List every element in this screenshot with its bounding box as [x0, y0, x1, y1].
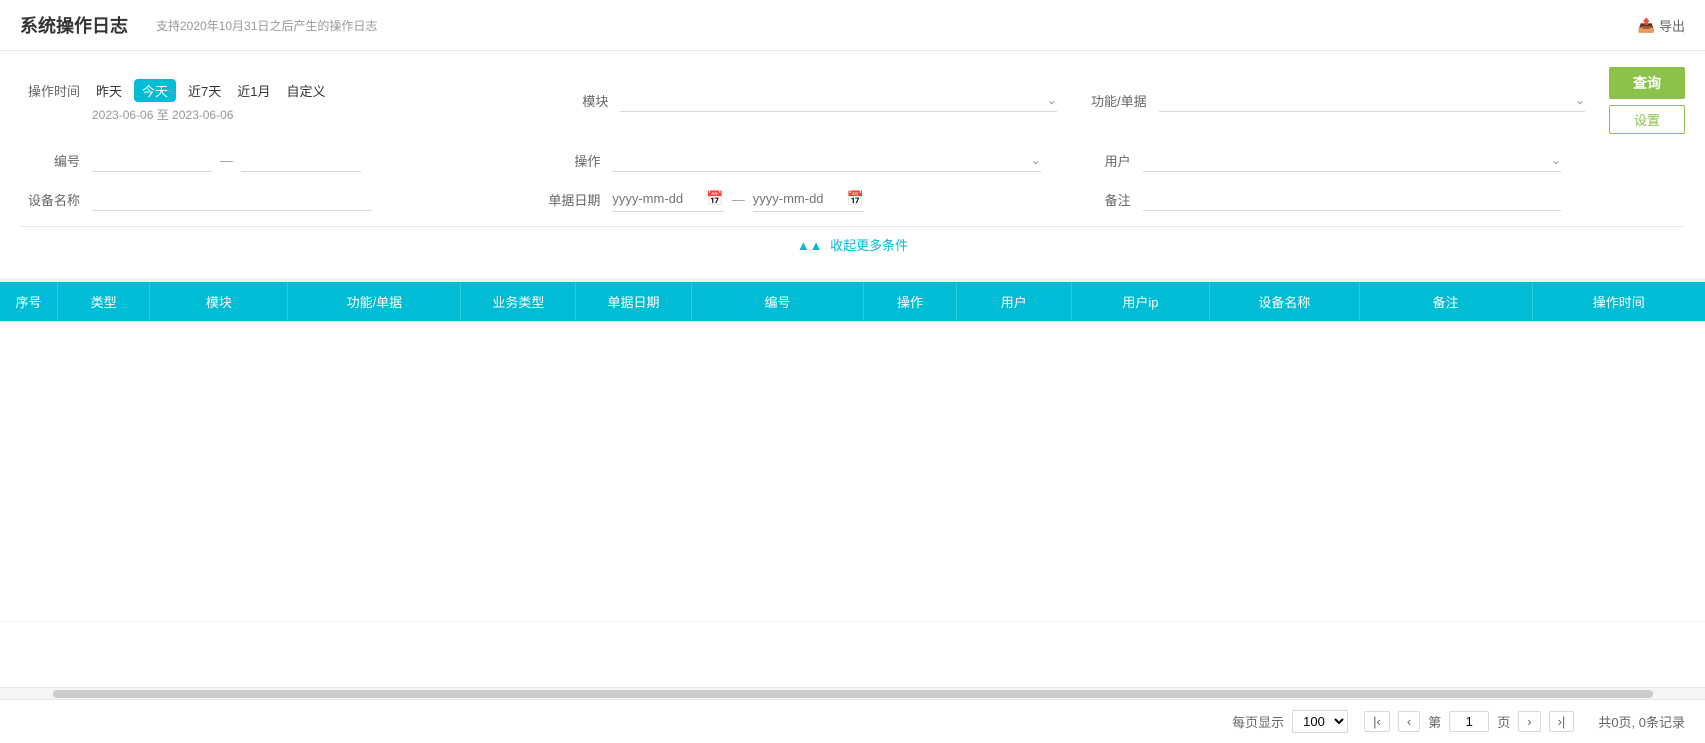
col-user: 用户: [956, 282, 1071, 321]
export-icon: 📤: [1638, 17, 1655, 34]
remark-filter-group: 备注: [1061, 187, 1561, 211]
page-prev-button[interactable]: ‹: [1398, 711, 1420, 732]
time-buttons: 昨天 今天 近7天 近1月 自定义: [92, 79, 330, 102]
user-chevron-icon: ⌄: [1551, 153, 1561, 167]
col-user-ip: 用户ip: [1071, 282, 1209, 321]
time-options: 昨天 今天 近7天 近1月 自定义 2023-06-06 至 2023-06-0…: [92, 79, 330, 123]
collapse-label: 收起更多条件: [830, 238, 908, 253]
operation-label: 操作: [540, 151, 600, 170]
collapse-icon: ▲▲: [797, 238, 823, 253]
function-label: 功能/单据: [1077, 91, 1147, 110]
remark-label: 备注: [1061, 190, 1131, 209]
page-unit: 页: [1497, 712, 1510, 731]
col-voucher-date: 单据日期: [576, 282, 691, 321]
scrollbar-thumb: [53, 690, 1653, 698]
table-header: 序号 类型 模块 功能/单据 业务类型 单据日期 编号 操作 用户 用户ip 设…: [0, 282, 1705, 321]
user-filter-group: 用户 ⌄: [1061, 149, 1561, 172]
data-table: 序号 类型 模块 功能/单据 业务类型 单据日期 编号 操作 用户 用户ip 设…: [0, 282, 1705, 622]
user-select[interactable]: ⌄: [1143, 149, 1561, 172]
device-filter-group: 设备名称: [20, 187, 520, 211]
col-remark: 备注: [1359, 282, 1532, 321]
page-input[interactable]: [1449, 711, 1489, 732]
date-dash: —: [732, 192, 745, 207]
date-start-wrap: 📅: [612, 186, 723, 212]
query-button[interactable]: 查询: [1609, 67, 1685, 99]
function-filter-group: 功能/单据 ⌄: [1077, 89, 1585, 112]
operation-select[interactable]: ⌄: [612, 149, 1040, 172]
time-btn-yesterday[interactable]: 昨天: [92, 79, 126, 102]
time-btn-7days[interactable]: 近7天: [184, 79, 225, 102]
date-end-input[interactable]: [753, 191, 843, 206]
empty-row: [0, 321, 1705, 621]
code-input-start[interactable]: [92, 148, 212, 172]
col-type: 类型: [58, 282, 150, 321]
voucher-date-label: 单据日期: [540, 190, 600, 209]
collapse-bar[interactable]: ▲▲ 收起更多条件: [20, 226, 1685, 262]
table-body: [0, 321, 1705, 621]
code-input-end[interactable]: [241, 148, 361, 172]
filter-row-3: 设备名称 单据日期 📅 — 📅 备注: [20, 186, 1685, 212]
time-label: 操作时间: [20, 79, 80, 100]
time-btn-1month[interactable]: 近1月: [233, 79, 274, 102]
date-end-wrap: 📅: [753, 186, 864, 212]
operation-filter-group: 操作 ⌄: [540, 149, 1040, 172]
page-header: 系统操作日志 支持2020年10月31日之后产生的操作日志 📤 导出: [0, 0, 1705, 51]
time-range: 2023-06-06 至 2023-06-06: [92, 106, 330, 123]
col-business-type: 业务类型: [461, 282, 576, 321]
per-page-label: 每页显示: [1232, 712, 1284, 731]
col-index: 序号: [0, 282, 58, 321]
page-last-button[interactable]: ›|: [1549, 711, 1575, 732]
scrollbar-area[interactable]: [0, 687, 1705, 699]
date-start-input[interactable]: [612, 191, 702, 206]
settings-button[interactable]: 设置: [1609, 105, 1685, 134]
page-title: 系统操作日志: [20, 12, 128, 38]
operation-chevron-icon: ⌄: [1031, 153, 1041, 167]
device-label: 设备名称: [20, 190, 80, 209]
action-buttons: 查询 设置: [1609, 67, 1685, 134]
code-filter-group: 编号 —: [20, 148, 520, 172]
page-container: 系统操作日志 支持2020年10月31日之后产生的操作日志 📤 导出 操作时间 …: [0, 0, 1705, 743]
user-label: 用户: [1061, 151, 1131, 170]
per-page-select[interactable]: 100 50 200: [1292, 710, 1348, 733]
function-chevron-icon: ⌄: [1575, 93, 1585, 107]
module-select[interactable]: ⌄: [620, 89, 1056, 112]
page-subtitle: 支持2020年10月31日之后产生的操作日志: [156, 17, 377, 34]
col-code: 编号: [691, 282, 864, 321]
page-first-button[interactable]: |‹: [1364, 711, 1390, 732]
calendar-start-icon[interactable]: 📅: [706, 190, 723, 207]
export-button[interactable]: 📤 导出: [1638, 16, 1685, 35]
table-header-row: 序号 类型 模块 功能/单据 业务类型 单据日期 编号 操作 用户 用户ip 设…: [0, 282, 1705, 321]
code-label: 编号: [20, 151, 80, 170]
table-container: 序号 类型 模块 功能/单据 业务类型 单据日期 编号 操作 用户 用户ip 设…: [0, 282, 1705, 687]
time-btn-custom[interactable]: 自定义: [283, 79, 330, 102]
col-module: 模块: [150, 282, 288, 321]
filter-row-2: 编号 — 操作 ⌄ 用户 ⌄: [20, 148, 1685, 172]
pagination: 每页显示 100 50 200 |‹ ‹ 第 页 › ›| 共0页, 0条记录: [0, 699, 1705, 743]
module-label: 模块: [548, 91, 608, 110]
export-label: 导出: [1659, 16, 1685, 35]
filter-row-1: 操作时间 昨天 今天 近7天 近1月 自定义 2023-06-06 至 2023…: [20, 67, 1685, 134]
device-input[interactable]: [92, 187, 372, 211]
code-dash: —: [220, 153, 233, 168]
col-operation: 操作: [864, 282, 956, 321]
remark-input[interactable]: [1143, 187, 1561, 211]
filter-panel: 操作时间 昨天 今天 近7天 近1月 自定义 2023-06-06 至 2023…: [0, 51, 1705, 278]
module-chevron-icon: ⌄: [1047, 93, 1057, 107]
col-device: 设备名称: [1210, 282, 1360, 321]
function-select[interactable]: ⌄: [1159, 89, 1585, 112]
pagination-summary: 共0页, 0条记录: [1598, 712, 1685, 731]
col-op-time: 操作时间: [1532, 282, 1705, 321]
page-next-button[interactable]: ›: [1518, 711, 1540, 732]
time-btn-today[interactable]: 今天: [134, 79, 176, 102]
time-filter-group: 操作时间 昨天 今天 近7天 近1月 自定义 2023-06-06 至 2023…: [20, 79, 528, 123]
col-function: 功能/单据: [288, 282, 461, 321]
module-filter-group: 模块 ⌄: [548, 89, 1056, 112]
page-label: 第: [1428, 712, 1441, 731]
empty-area: [0, 321, 1705, 621]
calendar-end-icon[interactable]: 📅: [847, 190, 864, 207]
voucher-date-filter-group: 单据日期 📅 — 📅: [540, 186, 1040, 212]
